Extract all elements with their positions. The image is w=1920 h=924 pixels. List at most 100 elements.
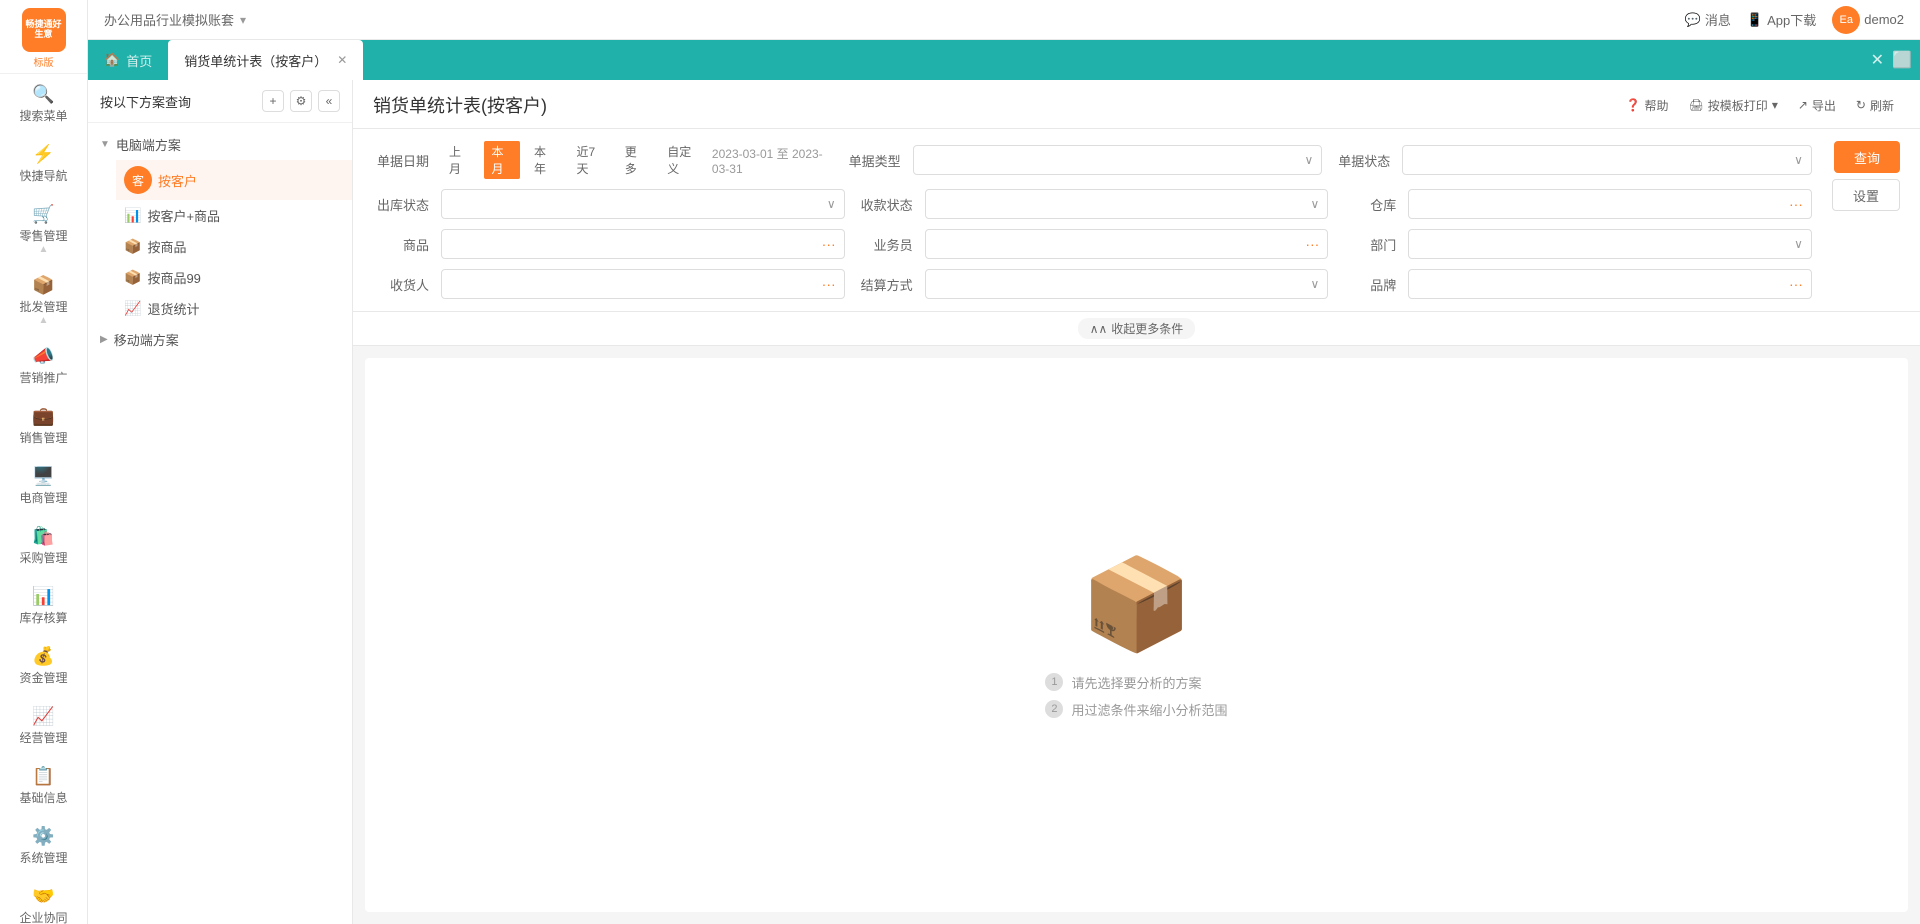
tree-group-desktop[interactable]: ▼ 电脑端方案: [88, 129, 352, 160]
sidebar-item-operation[interactable]: 📈 经营管理: [0, 696, 87, 756]
tabbar: 🏠 首页 销货单统计表（按客户） ✕ ✕ ⬜: [88, 40, 1920, 80]
template-print-btn[interactable]: 🖨 按模板打印 ▾: [1683, 95, 1784, 116]
more-icon: ···: [1789, 276, 1803, 292]
active-indicator: 客: [124, 166, 152, 194]
export-btn[interactable]: ↗ 导出: [1792, 95, 1842, 116]
receiver-input[interactable]: ···: [441, 269, 845, 299]
payment-status-input[interactable]: ∨: [925, 189, 1329, 219]
this-month-btn[interactable]: 本月: [484, 141, 521, 179]
tree-item-by-product-99[interactable]: 📦 按商品99: [116, 262, 352, 293]
help-btn[interactable]: ❓ 帮助: [1620, 95, 1675, 116]
sidebar-item-label: 库存核算: [19, 609, 67, 626]
page-header-top: 销货单统计表(按客户) ❓ 帮助 🖨 按模板打印 ▾ ↗: [373, 92, 1900, 118]
department-input[interactable]: ∨: [1408, 229, 1812, 259]
tree-group-label: 移动端方案: [114, 330, 179, 349]
collapse-button[interactable]: ∧∧ 收起更多条件: [1078, 318, 1196, 339]
out-status-label: 出库状态: [373, 195, 429, 214]
chevron-down-icon: ∨: [1305, 153, 1314, 167]
sidebar-item-basic[interactable]: 📋 基础信息: [0, 756, 87, 816]
sidebar-item-sales[interactable]: 💼 销售管理: [0, 396, 87, 456]
sidebar-item-ecommerce[interactable]: 🖥️ 电商管理: [0, 456, 87, 516]
tree-item-by-customer-product[interactable]: 📊 按客户+商品: [116, 200, 352, 231]
topbar-dropdown-icon[interactable]: ▾: [240, 13, 246, 27]
collapse-panel-btn[interactable]: «: [318, 90, 340, 112]
download-icon: 📱: [1747, 12, 1763, 28]
settlement-label: 结算方式: [857, 275, 913, 294]
more-btn[interactable]: 更多: [617, 141, 654, 179]
this-year-btn[interactable]: 本年: [526, 141, 563, 179]
empty-illustration: 📦: [1080, 552, 1192, 657]
empty-tips: 1 请先选择要分析的方案 2 用过滤条件来缩小分析范围: [1045, 673, 1227, 719]
brand-input[interactable]: ···: [1408, 269, 1812, 299]
app-download-btn[interactable]: 📱 App下载: [1747, 10, 1816, 29]
tip-text-1: 请先选择要分析的方案: [1071, 673, 1201, 692]
sidebar-item-label: 企业协同: [19, 909, 67, 924]
cooperation-icon: 🤝: [32, 886, 54, 907]
help-icon: ❓: [1626, 98, 1641, 112]
sidebar-item-purchase[interactable]: 🛍️ 采购管理: [0, 516, 87, 576]
filter-section: 单据日期 上月 本月 本年 近7天 更多 自定义 2023-03-01 至 20…: [353, 129, 1920, 312]
settings-scheme-btn[interactable]: ⚙: [290, 90, 312, 112]
sidebar-item-inventory[interactable]: 📊 库存核算: [0, 576, 87, 636]
more-icon: ···: [1305, 236, 1319, 252]
order-status-label: 单据状态: [1334, 151, 1390, 170]
sales-icon: 💼: [32, 406, 54, 427]
sidebar-item-wholesale[interactable]: 📦 批发管理 ▲: [0, 265, 87, 336]
close-window-icon[interactable]: ✕: [1871, 50, 1884, 70]
tab-close-icon[interactable]: ✕: [337, 53, 347, 67]
tree-item-return-stat[interactable]: 📈 退货统计: [116, 293, 352, 324]
settings-button[interactable]: 设置: [1832, 179, 1900, 211]
main-area: 办公用品行业模拟账套 ▾ 💬 消息 📱 App下载 Ea demo2 🏠 首页 …: [88, 0, 1920, 924]
date-control: 上月 本月 本年 近7天 更多 自定义 2023-03-01 至 2023-03…: [441, 141, 833, 179]
salesperson-input[interactable]: ···: [925, 229, 1329, 259]
query-button[interactable]: 查询: [1834, 141, 1900, 173]
tab-home[interactable]: 🏠 首页: [88, 40, 168, 80]
tree-group-label: 电脑端方案: [116, 135, 181, 154]
tree-item-by-customer[interactable]: 客 按客户: [116, 160, 352, 200]
warehouse-input[interactable]: ···: [1408, 189, 1812, 219]
tree-section: ▼ 电脑端方案 客 按客户 📊 按客户+商品 📦 按商品: [88, 123, 352, 361]
custom-btn[interactable]: 自定义: [659, 141, 706, 179]
message-btn[interactable]: 💬 消息: [1685, 10, 1731, 29]
home-icon: 🏠: [104, 52, 120, 68]
product-input[interactable]: ···: [441, 229, 845, 259]
last-7-btn[interactable]: 近7天: [569, 141, 611, 179]
tab-sales-stat[interactable]: 销货单统计表（按客户） ✕: [168, 40, 363, 80]
add-scheme-btn[interactable]: +: [262, 90, 284, 112]
filter-row-1: 单据日期 上月 本月 本年 近7天 更多 自定义 2023-03-01 至 20…: [373, 141, 1812, 179]
settlement-input[interactable]: ∨: [925, 269, 1329, 299]
sidebar-item-cooperation[interactable]: 🤝 企业协同: [0, 876, 87, 924]
user-menu[interactable]: Ea demo2: [1832, 6, 1904, 34]
out-status-input[interactable]: ∨: [441, 189, 845, 219]
order-type-input[interactable]: ∨: [913, 145, 1323, 175]
sidebar-item-retail[interactable]: 🛒 零售管理 ▲: [0, 194, 87, 265]
sidebar-item-label: 系统管理: [19, 849, 67, 866]
refresh-btn[interactable]: ↻ 刷新: [1850, 95, 1900, 116]
inventory-icon: 📊: [32, 586, 54, 607]
tree-item-by-product[interactable]: 📦 按商品: [116, 231, 352, 262]
more-icon: ···: [822, 236, 836, 252]
tree-item-label: 按商品99: [147, 268, 200, 287]
filter-row-3: 商品 ··· 业务员 ··· 部门: [373, 229, 1812, 259]
last-month-btn[interactable]: 上月: [441, 141, 478, 179]
sidebar-item-quick-nav[interactable]: ⚡ 快捷导航: [0, 134, 87, 194]
order-status-input[interactable]: ∨: [1402, 145, 1812, 175]
maximize-icon[interactable]: ⬜: [1892, 50, 1912, 70]
sidebar-item-system[interactable]: ⚙️ 系统管理: [0, 816, 87, 876]
filter-row-2: 出库状态 ∨ 收款状态 ∨ 仓库: [373, 189, 1812, 219]
sidebar-item-marketing[interactable]: 📣 营销推广: [0, 336, 87, 396]
collapse-bar: ∧∧ 收起更多条件: [353, 312, 1920, 346]
system-icon: ⚙️: [32, 826, 54, 847]
topbar-left: 办公用品行业模拟账套 ▾: [104, 10, 246, 29]
logo-text: 标版: [34, 54, 54, 69]
help-label: 帮助: [1645, 97, 1669, 114]
tree-children-desktop: 客 按客户 📊 按客户+商品 📦 按商品 📦 按商品99: [88, 160, 352, 324]
sidebar-item-finance[interactable]: 💰 资金管理: [0, 636, 87, 696]
tree-group-mobile[interactable]: ▶ 移动端方案: [88, 324, 352, 355]
sidebar-item-search[interactable]: 🔍 搜索菜单: [0, 74, 87, 134]
basic-icon: 📋: [32, 766, 54, 787]
header-actions: ❓ 帮助 🖨 按模板打印 ▾ ↗ 导出 ↻: [1620, 95, 1900, 116]
tip-text-2: 用过滤条件来缩小分析范围: [1071, 700, 1227, 719]
refresh-icon: ↻: [1856, 98, 1866, 112]
sidebar-item-label: 销售管理: [19, 429, 67, 446]
